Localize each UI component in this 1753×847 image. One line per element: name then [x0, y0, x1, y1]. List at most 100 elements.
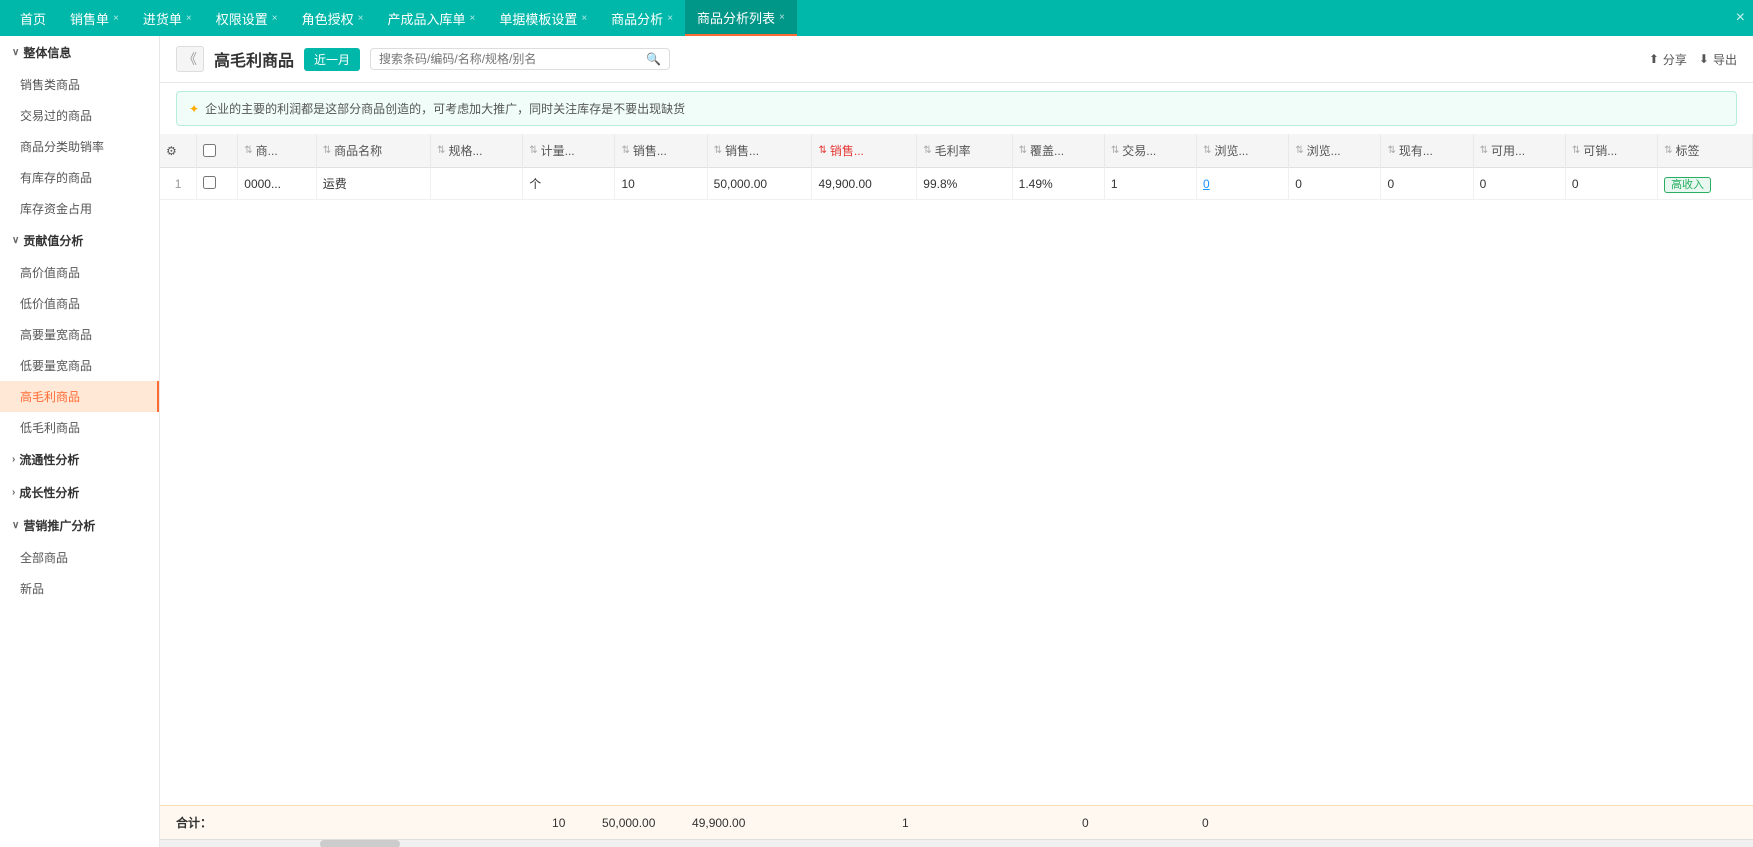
tab-template-close[interactable]: × [581, 13, 587, 24]
sidebar-item-high-margin[interactable]: 高毛利商品 [0, 381, 159, 412]
sidebar-item-stocked-goods[interactable]: 有库存的商品 [0, 162, 159, 193]
tag-badge: 高收入 [1664, 177, 1711, 193]
sidebar-item-new-goods[interactable]: 新品 [0, 573, 159, 604]
sidebar-collapse-button[interactable]: 《 [176, 46, 204, 72]
header-actions: ⬆ 分享 ⬇ 导出 [1649, 51, 1737, 68]
sort-icon: ⇅ [323, 145, 331, 156]
footer-summary: 合计： 10 50,000.00 49,900.00 1 0 0 [160, 805, 1753, 839]
sort-icon: ⇅ [621, 145, 629, 156]
cell-view2: 0 [1289, 168, 1381, 200]
th-stock-sellable[interactable]: ⇅可销... [1565, 134, 1657, 168]
data-table-wrapper[interactable]: ⚙ ⇅商... ⇅商品名称 ⇅规格... ⇅计量... ⇅销售... ⇅销售..… [160, 134, 1753, 805]
arrow-marketing-icon: ∨ [12, 520, 19, 531]
th-view2-label: 浏览... [1307, 142, 1341, 159]
th-unit[interactable]: ⇅计量... [523, 134, 615, 168]
cell-stock-available: 0 [1473, 168, 1565, 200]
cell-checkbox[interactable] [197, 168, 238, 200]
th-checkbox[interactable] [197, 134, 238, 168]
th-view1[interactable]: ⇅浏览... [1197, 134, 1289, 168]
tab-role[interactable]: 角色授权 × [290, 0, 376, 36]
th-gross-margin[interactable]: ⇅毛利率 [917, 134, 1012, 168]
sidebar-item-high-value[interactable]: 高价值商品 [0, 257, 159, 288]
select-all-checkbox[interactable] [203, 144, 216, 157]
tab-analysis[interactable]: 商品分析 × [599, 0, 685, 36]
tab-permission-close[interactable]: × [272, 13, 278, 24]
tab-stock-in[interactable]: 产成品入库单 × [375, 0, 487, 36]
tab-analysis-close[interactable]: × [667, 13, 673, 24]
th-sales-qty[interactable]: ⇅销售... [615, 134, 707, 168]
sort-icon: ⇅ [1203, 145, 1211, 156]
sidebar-item-stock-capital[interactable]: 库存资金占用 [0, 193, 159, 224]
tab-home[interactable]: 首页 [8, 0, 58, 36]
view1-link[interactable]: 0 [1203, 177, 1210, 191]
th-sales-profit[interactable]: ⇅销售... [812, 134, 917, 168]
search-icon[interactable]: 🔍 [646, 52, 661, 66]
horizontal-scrollbar[interactable] [160, 839, 1753, 847]
footer-trade: 1 [896, 816, 956, 830]
export-button[interactable]: ⬇ 导出 [1699, 51, 1737, 68]
tab-stock-in-close[interactable]: × [469, 13, 475, 24]
th-code[interactable]: ⇅商... [238, 134, 316, 168]
cell-view1[interactable]: 0 [1197, 168, 1289, 200]
th-sales-amount[interactable]: ⇅销售... [707, 134, 812, 168]
th-coverage[interactable]: ⇅覆盖... [1012, 134, 1104, 168]
tab-permission[interactable]: 权限设置 × [204, 0, 290, 36]
tab-purchase[interactable]: 进货单 × [131, 0, 204, 36]
window-close-button[interactable]: × [1736, 9, 1745, 27]
sidebar-item-low-margin[interactable]: 低毛利商品 [0, 412, 159, 443]
th-trade[interactable]: ⇅交易... [1104, 134, 1196, 168]
row-checkbox[interactable] [203, 176, 216, 189]
th-spec[interactable]: ⇅规格... [431, 134, 523, 168]
sidebar-item-all-goods[interactable]: 全部商品 [0, 542, 159, 573]
sidebar-item-sales-goods[interactable]: 销售类商品 [0, 69, 159, 100]
tab-purchase-label: 进货单 [143, 9, 182, 28]
table-header-row: ⚙ ⇅商... ⇅商品名称 ⇅规格... ⇅计量... ⇅销售... ⇅销售..… [160, 134, 1753, 168]
sort-icon: ⇅ [1111, 145, 1119, 156]
sort-icon: ⇅ [818, 145, 826, 156]
tab-analysis-list[interactable]: 商品分析列表 × [685, 0, 797, 36]
sidebar-item-traded-goods[interactable]: 交易过的商品 [0, 100, 159, 131]
tab-role-close[interactable]: × [358, 13, 364, 24]
tab-template[interactable]: 单据模板设置 × [487, 0, 599, 36]
share-button[interactable]: ⬆ 分享 [1649, 51, 1687, 68]
sidebar-item-high-volume[interactable]: 高要量宽商品 [0, 319, 159, 350]
share-icon: ⬆ [1649, 52, 1659, 66]
arrow-overall-icon: ∨ [12, 47, 19, 58]
sort-icon: ⇅ [1295, 145, 1303, 156]
table-row: 1 0000... 运费 个 10 50,000.00 49,900.00 99… [160, 168, 1753, 200]
th-gross-margin-label: 毛利率 [935, 142, 971, 159]
tab-sales-close[interactable]: × [113, 13, 119, 24]
tab-analysis-list-close[interactable]: × [779, 12, 785, 23]
tab-purchase-close[interactable]: × [186, 13, 192, 24]
arrow-growth-icon: › [12, 487, 15, 498]
search-input[interactable] [379, 52, 642, 66]
sidebar-group-contribution-label: 贡献值分析 [23, 232, 83, 249]
search-box[interactable]: 🔍 [370, 48, 670, 70]
th-stock-current[interactable]: ⇅现有... [1381, 134, 1473, 168]
sidebar-group-marketing-label: 营销推广分析 [23, 517, 95, 534]
sidebar-item-low-volume[interactable]: 低要量宽商品 [0, 350, 159, 381]
tab-sales[interactable]: 销售单 × [58, 0, 131, 36]
th-view2[interactable]: ⇅ 浏览... [1289, 134, 1381, 168]
th-tag[interactable]: ⇅标签 [1658, 134, 1753, 168]
sort-icon: ⇅ [1664, 145, 1672, 156]
sidebar-group-contribution[interactable]: ∨ 贡献值分析 [0, 224, 159, 257]
th-stock-available[interactable]: ⇅可用... [1473, 134, 1565, 168]
period-button[interactable]: 近一月 [304, 48, 360, 71]
sidebar-group-marketing[interactable]: ∨ 营销推广分析 [0, 509, 159, 542]
share-label: 分享 [1663, 51, 1687, 68]
th-code-label: 商... [256, 142, 278, 159]
cell-coverage: 1.49% [1012, 168, 1104, 200]
th-settings[interactable]: ⚙ [160, 134, 197, 168]
sidebar-group-overall[interactable]: ∨ 整体信息 [0, 36, 159, 69]
sidebar-item-low-value[interactable]: 低价值商品 [0, 288, 159, 319]
sort-icon: ⇅ [1019, 145, 1027, 156]
sidebar-group-liquidity[interactable]: › 流通性分析 [0, 443, 159, 476]
th-spec-label: 规格... [448, 142, 482, 159]
arrow-liquidity-icon: › [12, 454, 15, 465]
sidebar-group-growth[interactable]: › 成长性分析 [0, 476, 159, 509]
info-banner: ✦ 企业的主要的利润都是这部分商品创造的，可考虑加大推广，同时关注库存是不要出现… [176, 91, 1737, 126]
sidebar-item-category-rate[interactable]: 商品分类助销率 [0, 131, 159, 162]
th-name[interactable]: ⇅商品名称 [316, 134, 430, 168]
th-name-label: 商品名称 [334, 142, 382, 159]
